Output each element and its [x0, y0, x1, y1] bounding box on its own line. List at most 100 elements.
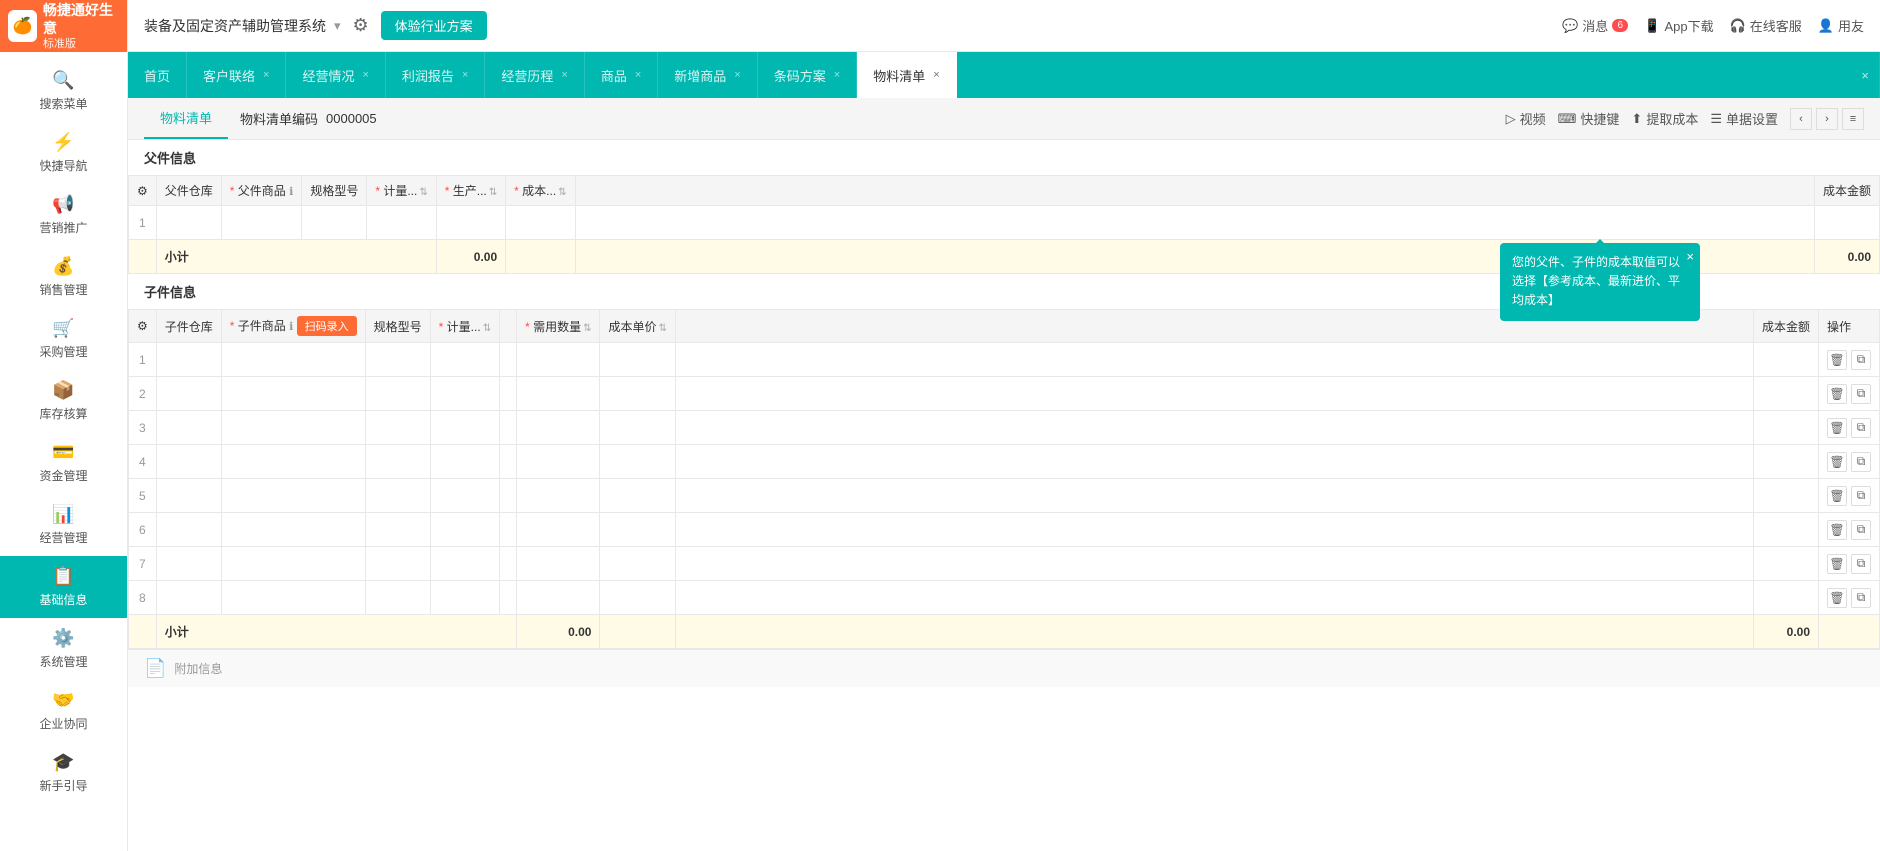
child-cell-cost-amount-7[interactable]	[1753, 547, 1818, 581]
child-cell-cost-amount-6[interactable]	[1753, 513, 1818, 547]
sidebar-item-operations[interactable]: 📊经营管理	[0, 494, 127, 556]
child-cell-qty-1[interactable]	[517, 343, 600, 377]
tab-history-close[interactable]: ×	[561, 69, 567, 81]
child-cell-spec-4[interactable]	[365, 445, 430, 479]
delete-icon-2[interactable]: 🗑	[1827, 384, 1847, 404]
message-item[interactable]: 💬 消息 6	[1562, 16, 1628, 35]
child-cell-unit-2[interactable]	[430, 377, 499, 411]
tab-goods[interactable]: 商品×	[585, 52, 658, 98]
sidebar-item-marketing[interactable]: 📢营销推广	[0, 184, 127, 246]
sidebar-item-system[interactable]: ⚙️系统管理	[0, 618, 127, 680]
child-cell-unitprice-8[interactable]	[600, 581, 675, 615]
scan-input-button[interactable]: 扫码录入	[297, 316, 357, 336]
child-cell-unit-8[interactable]	[430, 581, 499, 615]
child-cell-unit-5[interactable]	[430, 479, 499, 513]
delete-icon-5[interactable]: 🗑	[1827, 486, 1847, 506]
child-cell-unit-7[interactable]	[430, 547, 499, 581]
shortcut-action[interactable]: ⌨ 快捷键	[1558, 109, 1620, 128]
copy-icon-7[interactable]: ⧉	[1851, 554, 1871, 574]
child-cell-goods-4[interactable]	[221, 445, 365, 479]
child-cell-unitprice-3[interactable]	[600, 411, 675, 445]
sidebar-item-finance[interactable]: 💳资金管理	[0, 432, 127, 494]
close-all-tab[interactable]: ×	[1851, 52, 1880, 98]
child-cell-qty-2[interactable]	[517, 377, 600, 411]
child-cell-warehouse-2[interactable]	[156, 377, 221, 411]
copy-icon-2[interactable]: ⧉	[1851, 384, 1871, 404]
sidebar-item-collab[interactable]: 🤝企业协同	[0, 680, 127, 742]
child-cell-cost-amount-3[interactable]	[1753, 411, 1818, 445]
parent-cell-goods-1[interactable]	[221, 206, 302, 240]
delete-icon-3[interactable]: 🗑	[1827, 418, 1847, 438]
sub-tab-bom-list[interactable]: 物料清单	[144, 98, 228, 139]
child-col-settings[interactable]: ⚙	[129, 310, 157, 343]
child-cell-spec-2[interactable]	[365, 377, 430, 411]
child-cell-goods-1[interactable]	[221, 343, 365, 377]
sidebar-item-search[interactable]: 🔍搜索菜单	[0, 60, 127, 122]
child-cell-cost-amount-5[interactable]	[1753, 479, 1818, 513]
child-cell-goods-2[interactable]	[221, 377, 365, 411]
child-cell-goods-7[interactable]	[221, 547, 365, 581]
child-cell-warehouse-7[interactable]	[156, 547, 221, 581]
tab-business-close[interactable]: ×	[362, 69, 368, 81]
child-cell-unit-3[interactable]	[430, 411, 499, 445]
delete-icon-4[interactable]: 🗑	[1827, 452, 1847, 472]
user-item[interactable]: 👤 用友	[1818, 16, 1864, 35]
child-cell-qty-4[interactable]	[517, 445, 600, 479]
sidebar-item-guide[interactable]: 🎓新手引导	[0, 742, 127, 804]
parent-cell-unit-1[interactable]	[367, 206, 436, 240]
child-cell-unit-4[interactable]	[430, 445, 499, 479]
delete-icon-1[interactable]: 🗑	[1827, 350, 1847, 370]
child-cell-unitprice-6[interactable]	[600, 513, 675, 547]
copy-icon-1[interactable]: ⧉	[1851, 350, 1871, 370]
child-cell-goods-3[interactable]	[221, 411, 365, 445]
child-cell-spec-6[interactable]	[365, 513, 430, 547]
child-cell-unit-6[interactable]	[430, 513, 499, 547]
service-item[interactable]: 🎧 在线客服	[1730, 16, 1802, 35]
tab-new-goods[interactable]: 新增商品×	[658, 52, 757, 98]
view-action[interactable]: ▷ 视频	[1506, 109, 1546, 128]
child-cell-qty-6[interactable]	[517, 513, 600, 547]
tab-home[interactable]: 首页	[128, 52, 187, 98]
child-cell-unitprice-1[interactable]	[600, 343, 675, 377]
delete-icon-7[interactable]: 🗑	[1827, 554, 1847, 574]
parent-cell-production-1[interactable]	[436, 206, 505, 240]
tab-goods-close[interactable]: ×	[635, 69, 641, 81]
sidebar-item-basic[interactable]: 📋基础信息	[0, 556, 127, 618]
child-cell-spec-8[interactable]	[365, 581, 430, 615]
parent-col-settings[interactable]: ⚙	[129, 176, 157, 206]
tab-business[interactable]: 经营情况×	[286, 52, 385, 98]
child-cell-cost-amount-2[interactable]	[1753, 377, 1818, 411]
child-cell-unitprice-2[interactable]	[600, 377, 675, 411]
tab-bom-close[interactable]: ×	[933, 69, 939, 81]
copy-icon-5[interactable]: ⧉	[1851, 486, 1871, 506]
child-cell-cost-amount-1[interactable]	[1753, 343, 1818, 377]
child-cell-unit-1[interactable]	[430, 343, 499, 377]
menu-arrow[interactable]: ≡	[1842, 108, 1864, 130]
child-cell-goods-8[interactable]	[221, 581, 365, 615]
dropdown-arrow-icon[interactable]: ▾	[334, 18, 341, 34]
child-cell-warehouse-8[interactable]	[156, 581, 221, 615]
prev-arrow[interactable]: ‹	[1790, 108, 1812, 130]
child-cell-qty-5[interactable]	[517, 479, 600, 513]
tab-history[interactable]: 经营历程×	[485, 52, 584, 98]
child-cell-spec-1[interactable]	[365, 343, 430, 377]
child-cell-cost-amount-4[interactable]	[1753, 445, 1818, 479]
tab-customer-close[interactable]: ×	[263, 69, 269, 81]
settings-icon[interactable]: ⚙	[349, 11, 373, 40]
child-cell-unitprice-7[interactable]	[600, 547, 675, 581]
tab-customer[interactable]: 客户联络×	[187, 52, 286, 98]
child-cell-spec-3[interactable]	[365, 411, 430, 445]
delete-icon-8[interactable]: 🗑	[1827, 588, 1847, 608]
child-cell-spec-5[interactable]	[365, 479, 430, 513]
parent-cell-cost-1[interactable]	[506, 206, 575, 240]
tab-barcode[interactable]: 条码方案×	[758, 52, 857, 98]
copy-icon-8[interactable]: ⧉	[1851, 588, 1871, 608]
delete-icon-6[interactable]: 🗑	[1827, 520, 1847, 540]
copy-icon-6[interactable]: ⧉	[1851, 520, 1871, 540]
sidebar-item-inventory[interactable]: 📦库存核算	[0, 370, 127, 432]
copy-icon-4[interactable]: ⧉	[1851, 452, 1871, 472]
child-cell-warehouse-5[interactable]	[156, 479, 221, 513]
sidebar-item-purchase[interactable]: 🛒采购管理	[0, 308, 127, 370]
child-cell-unitprice-5[interactable]	[600, 479, 675, 513]
tab-profit-close[interactable]: ×	[462, 69, 468, 81]
